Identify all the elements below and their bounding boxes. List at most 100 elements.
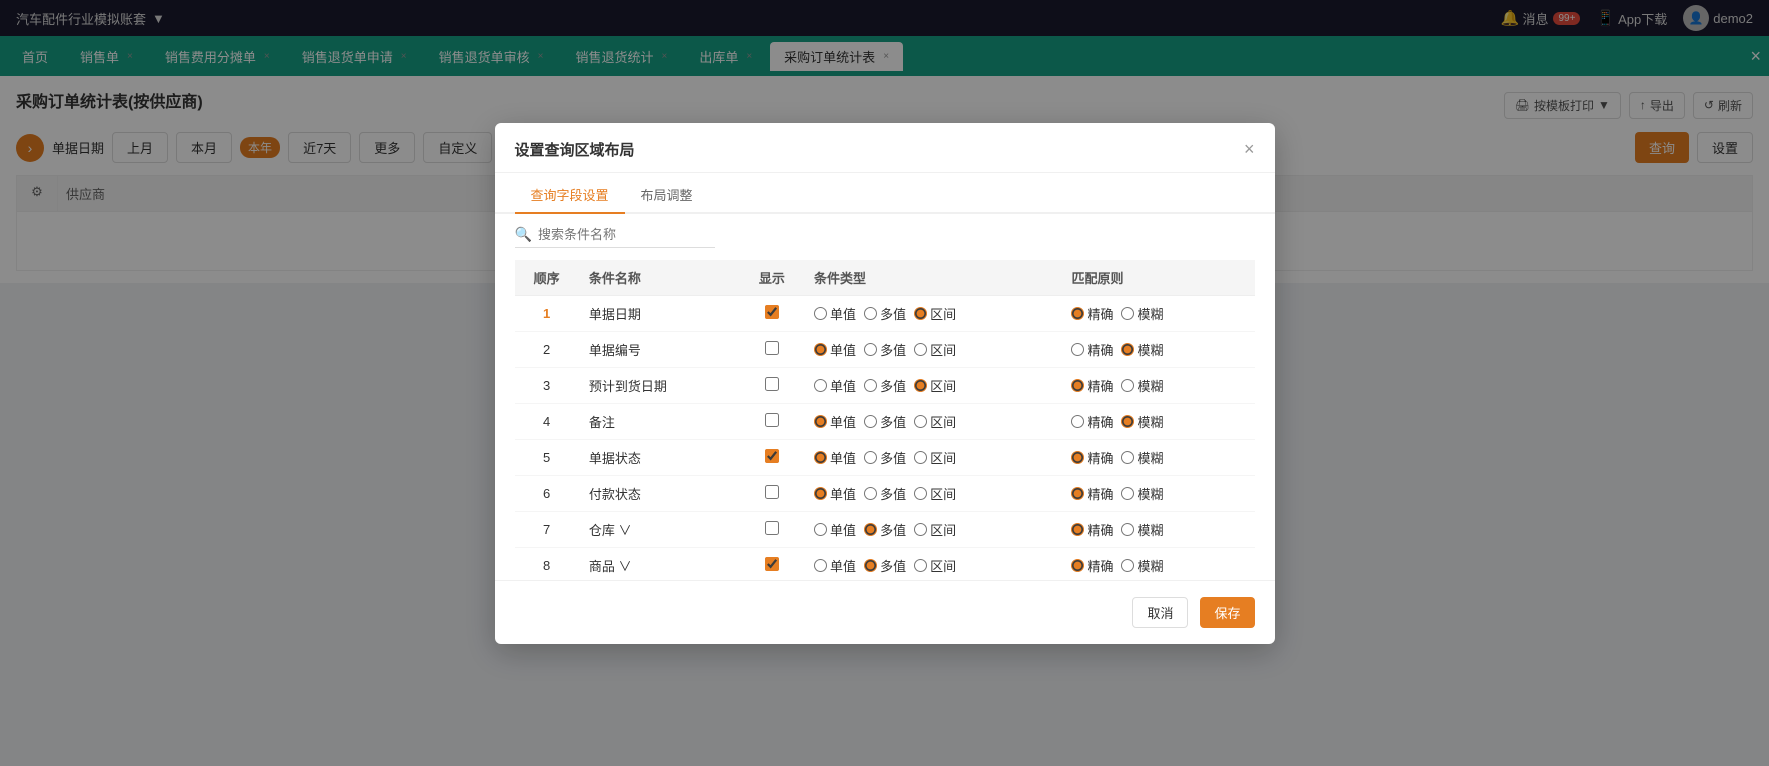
type-option-多值-7[interactable]: 多值 <box>864 556 906 575</box>
display-checkbox-2[interactable] <box>765 377 779 391</box>
row-display-2[interactable] <box>740 367 804 403</box>
save-button[interactable]: 保存 <box>1200 597 1254 628</box>
type-option-区间-7[interactable]: 区间 <box>914 556 956 575</box>
cancel-button[interactable]: 取消 <box>1132 597 1188 628</box>
row-type-2[interactable]: 单值多值区间 <box>804 367 1061 403</box>
type-option-单值-5[interactable]: 单值 <box>814 484 856 503</box>
match-option-模糊-2[interactable]: 模糊 <box>1121 376 1163 395</box>
row-type-7[interactable]: 单值多值区间 <box>804 547 1061 580</box>
tab-layout[interactable]: 布局调整 <box>625 177 709 214</box>
match-option-精确-1[interactable]: 精确 <box>1071 340 1113 359</box>
match-option-模糊-4[interactable]: 模糊 <box>1121 448 1163 467</box>
row-match-1[interactable]: 精确模糊 <box>1061 331 1254 367</box>
type-option-单值-0[interactable]: 单值 <box>814 304 856 323</box>
display-checkbox-7[interactable] <box>765 557 779 571</box>
row-display-1[interactable] <box>740 331 804 367</box>
type-option-区间-1[interactable]: 区间 <box>914 340 956 359</box>
row-name-6: 仓库 ∨ <box>579 511 740 547</box>
match-option-精确-5[interactable]: 精确 <box>1071 484 1113 503</box>
type-option-多值-5[interactable]: 多值 <box>864 484 906 503</box>
type-option-单值-1[interactable]: 单值 <box>814 340 856 359</box>
table-row: 7仓库 ∨单值多值区间精确模糊 <box>515 511 1255 547</box>
match-option-模糊-7[interactable]: 模糊 <box>1121 556 1163 575</box>
display-checkbox-6[interactable] <box>765 521 779 535</box>
table-row: 3预计到货日期单值多值区间精确模糊 <box>515 367 1255 403</box>
table-row: 6付款状态单值多值区间精确模糊 <box>515 475 1255 511</box>
search-input-wrap: 🔍 <box>515 226 715 248</box>
type-option-多值-3[interactable]: 多值 <box>864 412 906 431</box>
match-option-精确-3[interactable]: 精确 <box>1071 412 1113 431</box>
type-option-单值-7[interactable]: 单值 <box>814 556 856 575</box>
row-match-7[interactable]: 精确模糊 <box>1061 547 1254 580</box>
row-type-3[interactable]: 单值多值区间 <box>804 403 1061 439</box>
th-type: 条件类型 <box>804 260 1061 296</box>
row-match-5[interactable]: 精确模糊 <box>1061 475 1254 511</box>
type-option-单值-4[interactable]: 单值 <box>814 448 856 467</box>
row-name-7: 商品 ∨ <box>579 547 740 580</box>
row-display-5[interactable] <box>740 475 804 511</box>
match-option-精确-4[interactable]: 精确 <box>1071 448 1113 467</box>
table-row: 5单据状态单值多值区间精确模糊 <box>515 439 1255 475</box>
row-match-4[interactable]: 精确模糊 <box>1061 439 1254 475</box>
type-option-区间-4[interactable]: 区间 <box>914 448 956 467</box>
type-option-区间-3[interactable]: 区间 <box>914 412 956 431</box>
row-match-2[interactable]: 精确模糊 <box>1061 367 1254 403</box>
row-order-7: 8 <box>515 547 579 580</box>
row-type-1[interactable]: 单值多值区间 <box>804 331 1061 367</box>
search-input[interactable] <box>538 227 698 242</box>
type-option-单值-3[interactable]: 单值 <box>814 412 856 431</box>
match-option-精确-2[interactable]: 精确 <box>1071 376 1113 395</box>
search-bar: 🔍 <box>495 214 1275 260</box>
table-row: 4备注单值多值区间精确模糊 <box>515 403 1255 439</box>
type-option-多值-6[interactable]: 多值 <box>864 520 906 539</box>
row-display-3[interactable] <box>740 403 804 439</box>
match-option-精确-6[interactable]: 精确 <box>1071 520 1113 539</box>
display-checkbox-4[interactable] <box>765 449 779 463</box>
display-checkbox-0[interactable] <box>765 305 779 319</box>
match-option-精确-7[interactable]: 精确 <box>1071 556 1113 575</box>
tab-query-fields-label: 查询字段设置 <box>531 188 609 203</box>
match-option-模糊-0[interactable]: 模糊 <box>1121 304 1163 323</box>
type-option-单值-2[interactable]: 单值 <box>814 376 856 395</box>
row-name-3: 备注 <box>579 403 740 439</box>
row-display-0[interactable] <box>740 295 804 331</box>
row-name-0: 单据日期 <box>579 295 740 331</box>
modal-close-button[interactable]: × <box>1244 140 1255 158</box>
type-option-多值-2[interactable]: 多值 <box>864 376 906 395</box>
row-type-6[interactable]: 单值多值区间 <box>804 511 1061 547</box>
row-order-0: 1 <box>515 295 579 331</box>
row-type-4[interactable]: 单值多值区间 <box>804 439 1061 475</box>
row-order-5: 6 <box>515 475 579 511</box>
row-order-6: 7 <box>515 511 579 547</box>
type-option-多值-1[interactable]: 多值 <box>864 340 906 359</box>
type-option-区间-0[interactable]: 区间 <box>914 304 956 323</box>
search-icon: 🔍 <box>515 226 532 243</box>
row-match-6[interactable]: 精确模糊 <box>1061 511 1254 547</box>
type-option-区间-6[interactable]: 区间 <box>914 520 956 539</box>
type-option-多值-4[interactable]: 多值 <box>864 448 906 467</box>
type-option-多值-0[interactable]: 多值 <box>864 304 906 323</box>
type-option-区间-2[interactable]: 区间 <box>914 376 956 395</box>
row-type-0[interactable]: 单值多值区间 <box>804 295 1061 331</box>
row-match-3[interactable]: 精确模糊 <box>1061 403 1254 439</box>
type-option-区间-5[interactable]: 区间 <box>914 484 956 503</box>
display-checkbox-1[interactable] <box>765 341 779 355</box>
modal-header: 设置查询区域布局 × <box>495 123 1275 173</box>
display-checkbox-3[interactable] <box>765 413 779 427</box>
display-checkbox-5[interactable] <box>765 485 779 499</box>
row-match-0[interactable]: 精确模糊 <box>1061 295 1254 331</box>
th-display: 显示 <box>740 260 804 296</box>
row-display-4[interactable] <box>740 439 804 475</box>
match-option-模糊-6[interactable]: 模糊 <box>1121 520 1163 539</box>
row-display-7[interactable] <box>740 547 804 580</box>
row-type-5[interactable]: 单值多值区间 <box>804 475 1061 511</box>
match-option-模糊-3[interactable]: 模糊 <box>1121 412 1163 431</box>
row-order-3: 4 <box>515 403 579 439</box>
match-option-模糊-1[interactable]: 模糊 <box>1121 340 1163 359</box>
match-option-精确-0[interactable]: 精确 <box>1071 304 1113 323</box>
match-option-模糊-5[interactable]: 模糊 <box>1121 484 1163 503</box>
type-option-单值-6[interactable]: 单值 <box>814 520 856 539</box>
table-row: 2单据编号单值多值区间精确模糊 <box>515 331 1255 367</box>
row-display-6[interactable] <box>740 511 804 547</box>
tab-query-fields[interactable]: 查询字段设置 <box>515 177 625 214</box>
